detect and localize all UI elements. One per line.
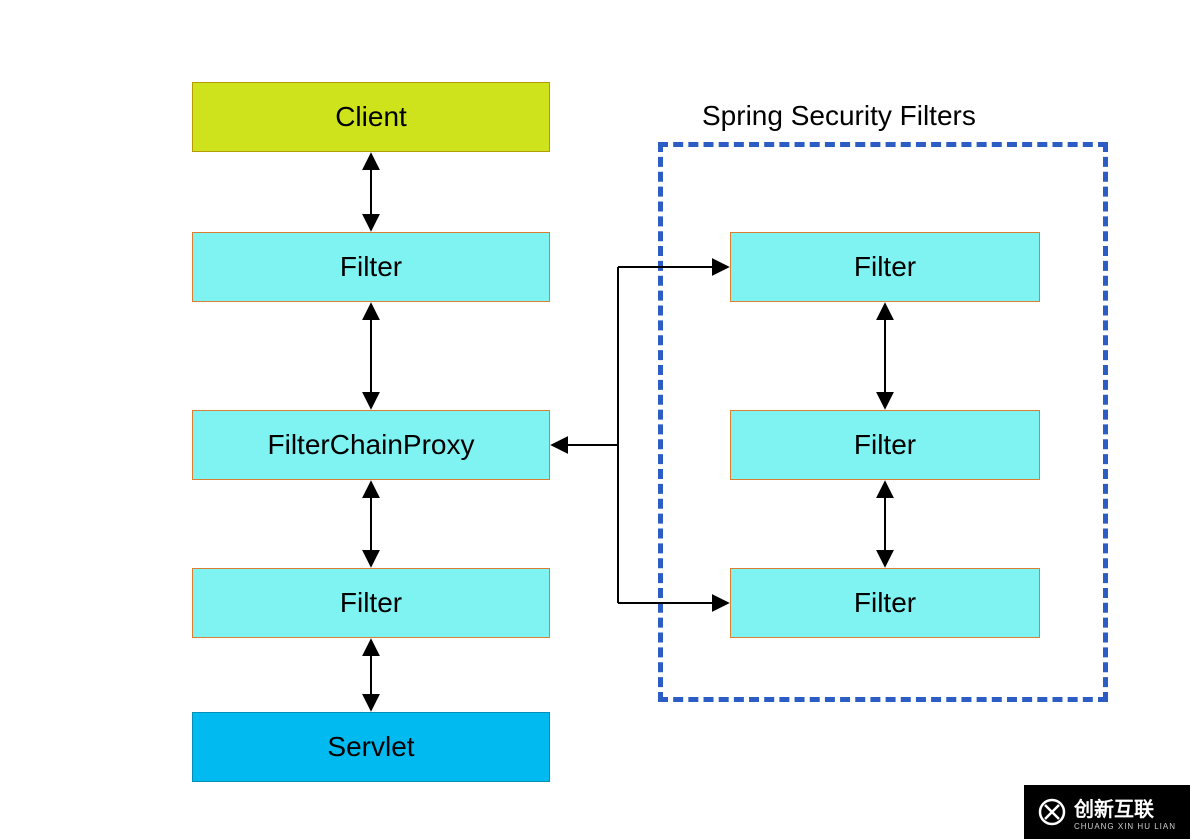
proxy-label: FilterChainProxy bbox=[268, 429, 475, 461]
watermark-badge: 创新互联 CHUANG XIN HU LIAN bbox=[1024, 785, 1190, 839]
left-filter-2: Filter bbox=[192, 568, 550, 638]
left-filter-1: Filter bbox=[192, 232, 550, 302]
servlet-label: Servlet bbox=[327, 731, 414, 763]
watermark-sub: CHUANG XIN HU LIAN bbox=[1074, 822, 1176, 831]
watermark-logo-icon bbox=[1038, 798, 1066, 826]
right-filter-1: Filter bbox=[730, 232, 1040, 302]
filter-label: Filter bbox=[854, 587, 916, 619]
right-filter-2: Filter bbox=[730, 410, 1040, 480]
client-label: Client bbox=[335, 101, 407, 133]
right-filter-3: Filter bbox=[730, 568, 1040, 638]
filter-chain-proxy-box: FilterChainProxy bbox=[192, 410, 550, 480]
filter-label: Filter bbox=[340, 587, 402, 619]
filter-label: Filter bbox=[854, 251, 916, 283]
filter-label: Filter bbox=[854, 429, 916, 461]
watermark-main: 创新互联 bbox=[1074, 793, 1176, 822]
group-title: Spring Security Filters bbox=[702, 100, 976, 132]
filter-label: Filter bbox=[340, 251, 402, 283]
client-box: Client bbox=[192, 82, 550, 152]
servlet-box: Servlet bbox=[192, 712, 550, 782]
